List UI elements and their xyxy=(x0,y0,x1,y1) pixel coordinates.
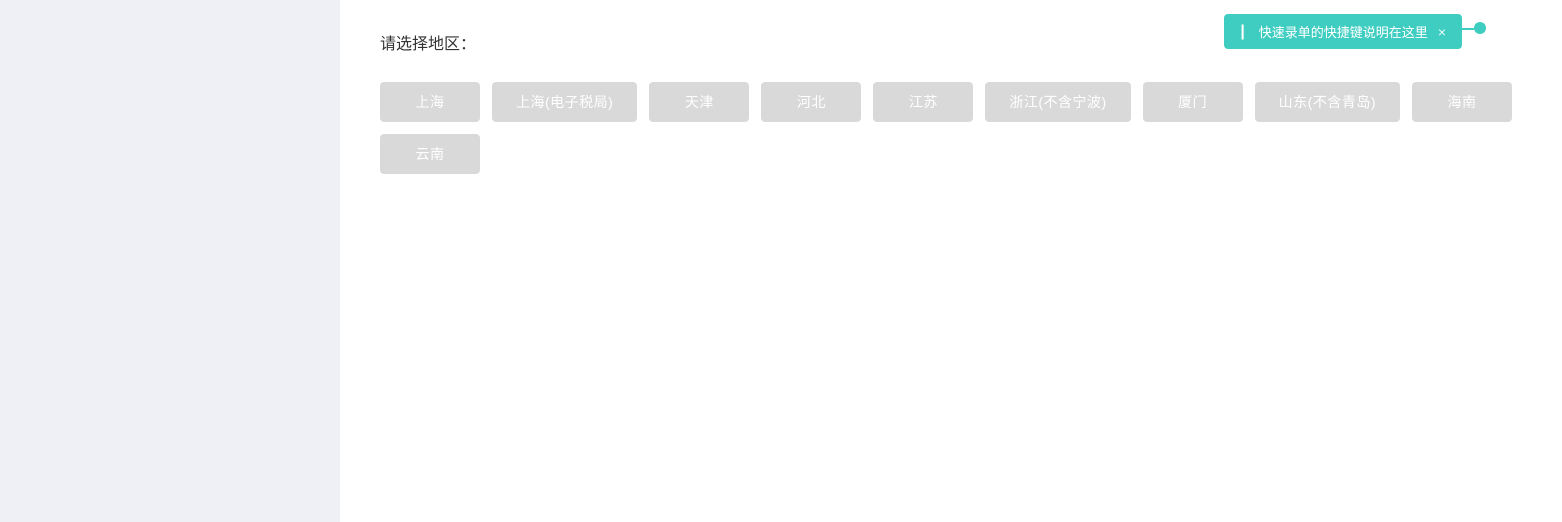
tooltip-indicator-dot xyxy=(1474,22,1486,34)
tooltip-text: 快速录单的快捷键说明在这里 xyxy=(1259,22,1428,41)
tooltip-connector-line xyxy=(1460,28,1474,30)
region-button-hainan[interactable]: 海南 xyxy=(1412,82,1512,122)
region-button-tianjin[interactable]: 天津 xyxy=(649,82,749,122)
tooltip-bar: 快速录单的快捷键说明在这里 × xyxy=(1224,14,1462,49)
left-sidebar xyxy=(0,0,340,522)
tooltip-close-button[interactable]: × xyxy=(1438,24,1446,40)
main-content: 请选择地区： 上海上海(电子税局)天津河北江苏浙江(不含宁波)厦门山东(不含青岛… xyxy=(340,0,1562,522)
region-button-yunnan[interactable]: 云南 xyxy=(380,134,480,174)
region-button-shandong[interactable]: 山东(不含青岛) xyxy=(1255,82,1400,122)
region-button-zhejiang[interactable]: 浙江(不含宁波) xyxy=(985,82,1130,122)
region-button-hebei[interactable]: 河北 xyxy=(761,82,861,122)
region-button-shanghai-etax[interactable]: 上海(电子税局) xyxy=(492,82,637,122)
region-button-xiamen[interactable]: 厦门 xyxy=(1143,82,1243,122)
region-buttons-container: 上海上海(电子税局) 天津河北江苏浙江(不含宁波) 厦门山东(不含青岛) 海南云南 xyxy=(380,82,1522,174)
region-button-jiangsu[interactable]: 江苏 xyxy=(873,82,973,122)
region-button-shanghai[interactable]: 上海 xyxy=(380,82,480,122)
